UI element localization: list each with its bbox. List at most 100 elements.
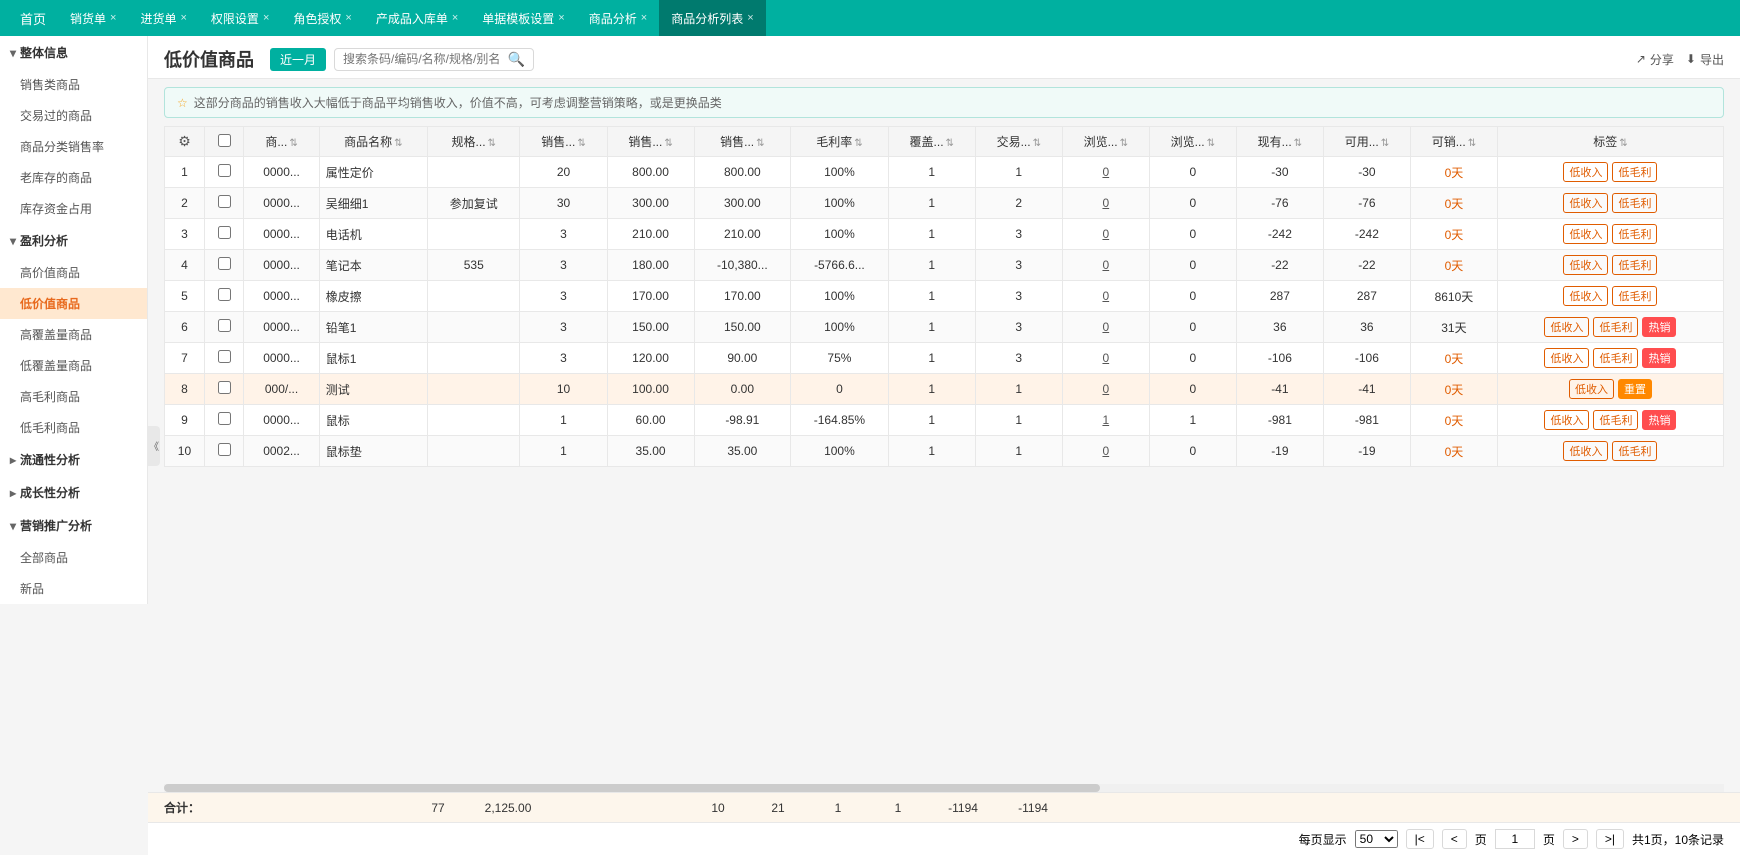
browse-link[interactable]: 0 bbox=[1102, 258, 1109, 272]
column-coverage[interactable]: 覆盖...⇅ bbox=[888, 127, 975, 157]
row-checkbox[interactable] bbox=[218, 226, 231, 239]
row-checkbox[interactable] bbox=[218, 195, 231, 208]
nav-template[interactable]: 单据模板设置 × bbox=[470, 0, 576, 36]
column-sale-qty[interactable]: 销售...⇅ bbox=[520, 127, 607, 157]
column-code[interactable]: 商...⇅ bbox=[244, 127, 319, 157]
nav-product-warehouse[interactable]: 产成品入库单 × bbox=[364, 0, 470, 36]
scroll-thumb[interactable] bbox=[164, 784, 1100, 792]
column-trade[interactable]: 交易...⇅ bbox=[975, 127, 1062, 157]
browse-link[interactable]: 1 bbox=[1102, 413, 1109, 427]
nav-close-purchase[interactable]: × bbox=[180, 12, 186, 24]
row-checkbox[interactable] bbox=[218, 412, 231, 425]
nav-close-role[interactable]: × bbox=[345, 12, 351, 24]
cell-spec: 535 bbox=[427, 250, 520, 281]
browse-link[interactable]: 0 bbox=[1102, 320, 1109, 334]
browse-link[interactable]: 0 bbox=[1102, 444, 1109, 458]
column-available[interactable]: 可用...⇅ bbox=[1323, 127, 1410, 157]
cell-checkbox[interactable] bbox=[204, 374, 243, 405]
column-gear[interactable]: ⚙ bbox=[165, 127, 205, 157]
column-spec[interactable]: 规格...⇅ bbox=[427, 127, 520, 157]
sidebar-item-new-products[interactable]: 新品 bbox=[0, 573, 147, 604]
nav-close-sales[interactable]: × bbox=[110, 12, 116, 24]
sidebar-item-all-products[interactable]: 全部商品 bbox=[0, 542, 147, 573]
sidebar-item-high-margin[interactable]: 高毛利商品 bbox=[0, 381, 147, 412]
cell-checkbox[interactable] bbox=[204, 281, 243, 312]
prev-page-button[interactable]: < bbox=[1442, 829, 1467, 849]
browse-link[interactable]: 0 bbox=[1102, 196, 1109, 210]
cell-checkbox[interactable] bbox=[204, 219, 243, 250]
sidebar-item-old-stock[interactable]: 老库存的商品 bbox=[0, 162, 147, 193]
row-checkbox[interactable] bbox=[218, 288, 231, 301]
row-checkbox[interactable] bbox=[218, 443, 231, 456]
nav-product-analysis[interactable]: 商品分析 × bbox=[577, 0, 659, 36]
column-checkbox[interactable] bbox=[204, 127, 243, 157]
row-checkbox[interactable] bbox=[218, 164, 231, 177]
page-input[interactable] bbox=[1495, 829, 1535, 849]
sidebar-item-sales-products[interactable]: 销售类商品 bbox=[0, 69, 147, 100]
nav-permission[interactable]: 权限设置 × bbox=[199, 0, 281, 36]
select-all-checkbox[interactable] bbox=[218, 134, 231, 147]
browse-link[interactable]: 0 bbox=[1102, 382, 1109, 396]
column-browse1[interactable]: 浏览...⇅ bbox=[1062, 127, 1149, 157]
column-sale-avg[interactable]: 销售...⇅ bbox=[694, 127, 791, 157]
nav-close-permission[interactable]: × bbox=[263, 12, 269, 24]
gear-icon[interactable]: ⚙ bbox=[178, 133, 191, 149]
horizontal-scrollbar[interactable] bbox=[164, 784, 1724, 792]
sidebar-item-low-value[interactable]: 低价值商品 bbox=[0, 288, 147, 319]
column-browse2[interactable]: 浏览...⇅ bbox=[1149, 127, 1236, 157]
nav-close-analysis[interactable]: × bbox=[641, 12, 647, 24]
sidebar-group-overall[interactable]: ▾ 整体信息 bbox=[0, 36, 147, 69]
cell-checkbox[interactable] bbox=[204, 157, 243, 188]
sidebar-group-marketing[interactable]: ▾ 营销推广分析 bbox=[0, 509, 147, 542]
sidebar-item-low-margin[interactable]: 低毛利商品 bbox=[0, 412, 147, 443]
column-sale-amt[interactable]: 销售...⇅ bbox=[607, 127, 694, 157]
cell-checkbox[interactable] bbox=[204, 250, 243, 281]
sidebar-group-growth[interactable]: ▸ 成长性分析 bbox=[0, 476, 147, 509]
row-checkbox[interactable] bbox=[218, 381, 231, 394]
data-table: ⚙ 商...⇅ 商品名称⇅ 规格...⇅ 销售...⇅ 销售...⇅ 销售...… bbox=[164, 126, 1724, 467]
export-button[interactable]: ⬇ 导出 bbox=[1686, 51, 1724, 68]
column-current[interactable]: 现有...⇅ bbox=[1236, 127, 1323, 157]
row-checkbox[interactable] bbox=[218, 257, 231, 270]
search-icon[interactable]: 🔍 bbox=[508, 51, 525, 68]
nav-sales-order[interactable]: 销货单 × bbox=[58, 0, 128, 36]
sidebar-item-category-sales-rate[interactable]: 商品分类销售率 bbox=[0, 131, 147, 162]
share-button[interactable]: ↗ 分享 bbox=[1636, 51, 1674, 68]
sidebar-item-high-coverage[interactable]: 高覆盖量商品 bbox=[0, 319, 147, 350]
period-button[interactable]: 近一月 bbox=[270, 48, 326, 71]
column-sellable[interactable]: 可销...⇅ bbox=[1410, 127, 1497, 157]
sidebar-item-stock-capital[interactable]: 库存资金占用 bbox=[0, 193, 147, 224]
nav-home[interactable]: 首页 bbox=[8, 0, 58, 36]
cell-checkbox[interactable] bbox=[204, 436, 243, 467]
last-page-button[interactable]: >| bbox=[1596, 829, 1624, 849]
browse-link[interactable]: 0 bbox=[1102, 351, 1109, 365]
sidebar-collapse-button[interactable]: 《 bbox=[148, 426, 160, 466]
sidebar-group-circulation[interactable]: ▸ 流通性分析 bbox=[0, 443, 147, 476]
browse-link[interactable]: 0 bbox=[1102, 227, 1109, 241]
column-name[interactable]: 商品名称⇅ bbox=[319, 127, 427, 157]
cell-checkbox[interactable] bbox=[204, 188, 243, 219]
sidebar-item-high-value[interactable]: 高价值商品 bbox=[0, 257, 147, 288]
browse-link[interactable]: 0 bbox=[1102, 165, 1109, 179]
cell-checkbox[interactable] bbox=[204, 343, 243, 374]
column-tag[interactable]: 标签⇅ bbox=[1497, 127, 1723, 157]
next-page-button[interactable]: > bbox=[1563, 829, 1588, 849]
nav-close-template[interactable]: × bbox=[558, 12, 564, 24]
nav-role-auth[interactable]: 角色授权 × bbox=[281, 0, 363, 36]
row-checkbox[interactable] bbox=[218, 350, 231, 363]
nav-close-analysis-list[interactable]: × bbox=[747, 12, 753, 24]
nav-close-warehouse[interactable]: × bbox=[452, 12, 458, 24]
column-gross-rate[interactable]: 毛利率⇅ bbox=[791, 127, 889, 157]
first-page-button[interactable]: |< bbox=[1406, 829, 1434, 849]
row-checkbox[interactable] bbox=[218, 319, 231, 332]
search-input[interactable] bbox=[343, 52, 508, 66]
per-page-select[interactable]: 50 100 200 bbox=[1355, 830, 1398, 848]
cell-checkbox[interactable] bbox=[204, 312, 243, 343]
browse-link[interactable]: 0 bbox=[1102, 289, 1109, 303]
sidebar-item-traded-products[interactable]: 交易过的商品 bbox=[0, 100, 147, 131]
sidebar-item-low-coverage[interactable]: 低覆盖量商品 bbox=[0, 350, 147, 381]
sidebar-group-profit[interactable]: ▾ 盈利分析 bbox=[0, 224, 147, 257]
nav-product-analysis-list[interactable]: 商品分析列表 × bbox=[659, 0, 765, 36]
nav-purchase-order[interactable]: 进货单 × bbox=[128, 0, 198, 36]
cell-checkbox[interactable] bbox=[204, 405, 243, 436]
